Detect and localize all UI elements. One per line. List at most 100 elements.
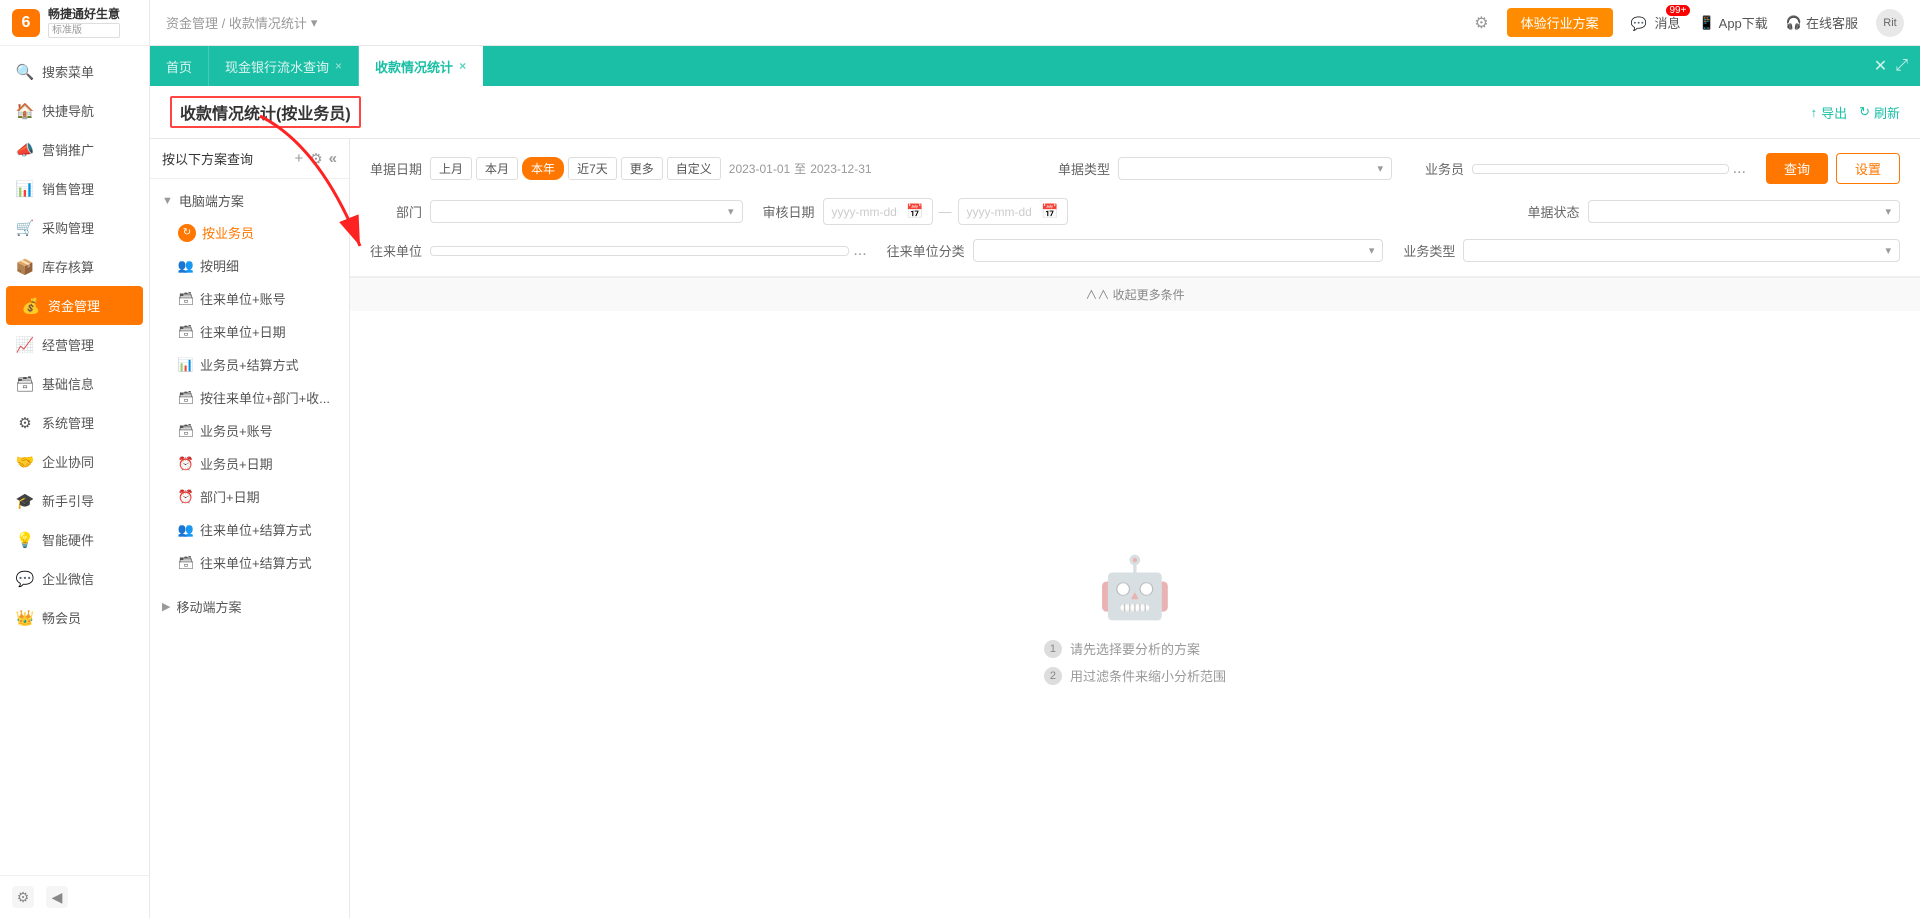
scheme-item-dept-date[interactable]: ⏰ 部门+日期 [150, 480, 349, 513]
date-btn-custom[interactable]: 自定义 [667, 157, 721, 180]
filter-settings-btn[interactable]: 设置 [1836, 153, 1900, 184]
sidebar-item-inventory[interactable]: 📦 库存核算 [0, 247, 149, 286]
sidebar-item-system[interactable]: ⚙ 系统管理 [0, 403, 149, 442]
scheme-group-mobile-title[interactable]: ▶ 移动端方案 [150, 591, 349, 622]
scheme-panel: 按以下方案查询 + ⚙ « ▼ 电脑端方案 ↻ 按业务员 👥 [150, 139, 350, 918]
dept-date-icon: ⏰ [178, 489, 194, 505]
sidebar-item-inventory-label: 库存核算 [42, 257, 94, 276]
export-btn[interactable]: ↑ 导出 [1811, 103, 1848, 122]
filter-partner-type: 往来单位分类 ▾ [887, 239, 1384, 262]
scheme-group-desktop-title[interactable]: ▼ 电脑端方案 [150, 185, 349, 216]
sidebar-item-guide[interactable]: 🎓 新手引导 [0, 481, 149, 520]
app-download-btn[interactable]: 📱 App下载 [1698, 13, 1767, 32]
scheme-item-staff-payment[interactable]: 📊 业务员+结算方式 [150, 348, 349, 381]
sidebar-item-search-label: 搜索菜单 [42, 62, 94, 81]
sidebar-collapse-btn[interactable]: ◀ [46, 886, 68, 908]
partner-payment2-icon: 🗃 [178, 555, 194, 571]
calendar-from-icon[interactable]: 📅 [906, 203, 923, 220]
gear-btn[interactable]: ⚙ [1474, 13, 1488, 33]
biz-type-arrow-icon: ▾ [1885, 244, 1891, 257]
calendar-to-icon[interactable]: 📅 [1041, 203, 1058, 220]
scheme-item-partner-date[interactable]: 🗃 往来单位+日期 [150, 315, 349, 348]
collapse-bar[interactable]: ∧∧ 收起更多条件 [350, 277, 1920, 311]
sidebar-item-member-label: 畅会员 [42, 608, 81, 627]
empty-tip-2: 2 用过滤条件来缩小分析范围 [1044, 666, 1226, 685]
scheme-item-partner-payment2[interactable]: 🗃 往来单位+结算方式 [150, 546, 349, 579]
partner-more-btn[interactable]: ... [853, 242, 866, 260]
scheme-item-staff-date[interactable]: ⏰ 业务员+日期 [150, 447, 349, 480]
date-btn-this-year[interactable]: 本年 [522, 157, 564, 180]
refresh-label: 刷新 [1874, 103, 1900, 122]
sidebar-item-wechat[interactable]: 💬 企业微信 [0, 559, 149, 598]
message-btn[interactable]: 💬 99+ 消息 [1631, 13, 1681, 32]
doctype-select[interactable]: ▾ [1118, 157, 1392, 180]
staff-label: 业务员 [1412, 159, 1464, 178]
staff-more-btn[interactable]: ... [1733, 160, 1746, 178]
date-btn-more[interactable]: 更多 [621, 157, 663, 180]
scheme-collapse-btn[interactable]: « [329, 150, 337, 168]
scheme-item-partner-dept[interactable]: 🗃 按往来单位+部门+收... [150, 381, 349, 414]
dept-select[interactable]: ▾ [430, 200, 743, 223]
tab-collection-stats[interactable]: 收款情况统计 × [359, 46, 483, 86]
audit-date-from[interactable]: yyyy-mm-dd 📅 [823, 198, 933, 225]
tab-collstats-close[interactable]: × [459, 59, 466, 73]
sidebar-item-capital[interactable]: 💰 资金管理 [6, 286, 143, 325]
dropdown-arrow-icon[interactable]: ▾ [311, 15, 318, 31]
date-btn-this-month[interactable]: 本月 [476, 157, 518, 180]
sidebar-item-purchase[interactable]: 🛒 采购管理 [0, 208, 149, 247]
user-avatar[interactable]: Rit [1876, 9, 1904, 37]
staff-select[interactable] [1472, 164, 1729, 174]
tab-collstats-label: 收款情况统计 [375, 57, 453, 76]
sidebar-item-marketing[interactable]: 📣 营销推广 [0, 130, 149, 169]
trial-btn[interactable]: 体验行业方案 [1507, 8, 1613, 37]
page-actions: ↑ 导出 ↻ 刷新 [1811, 103, 1900, 122]
tab-bankflow-close[interactable]: × [335, 59, 342, 73]
scheme-item-staff-account[interactable]: 🗃 业务员+账号 [150, 414, 349, 447]
doc-status-select[interactable]: ▾ [1588, 200, 1900, 223]
desktop-group-label: 电脑端方案 [179, 191, 244, 210]
mobile-group-label: 移动端方案 [176, 597, 241, 616]
partner-dept-icon: 🗃 [178, 390, 194, 406]
sales-icon: 📊 [16, 180, 34, 198]
sidebar-item-quick-nav[interactable]: 🏠 快捷导航 [0, 91, 149, 130]
tab-maximize-btn[interactable]: ⤢ [1895, 57, 1908, 75]
refresh-btn[interactable]: ↻ 刷新 [1859, 103, 1900, 122]
tab-home-label: 首页 [166, 57, 192, 76]
biz-type-label: 业务类型 [1403, 241, 1455, 260]
partner-type-label: 往来单位分类 [887, 241, 965, 260]
online-service-btn[interactable]: 🎧 在线客服 [1786, 13, 1858, 32]
sidebar-item-basic[interactable]: 🗃 基础信息 [0, 364, 149, 403]
audit-date-label: 审核日期 [763, 202, 815, 221]
sidebar-item-member[interactable]: 👑 畅会员 [0, 598, 149, 637]
sidebar-item-smarthw[interactable]: 💡 智能硬件 [0, 520, 149, 559]
partner-type-control: ▾ [973, 239, 1384, 262]
sidebar-item-operation[interactable]: 📈 经营管理 [0, 325, 149, 364]
scheme-group-desktop: ▼ 电脑端方案 ↻ 按业务员 👥 按明细 🗃 往来单位+账号 🗃 往来 [150, 179, 349, 585]
scheme-add-btn[interactable]: + [294, 150, 303, 168]
scheme-item-partner-payment1[interactable]: 👥 往来单位+结算方式 [150, 513, 349, 546]
partner-type-select[interactable]: ▾ [973, 239, 1384, 262]
tab-bar: 首页 现金银行流水查询 × 收款情况统计 × ✕ ⤢ [150, 46, 1920, 86]
sidebar-item-operation-label: 经营管理 [42, 335, 94, 354]
date-btn-last-month[interactable]: 上月 [430, 157, 472, 180]
audit-date-from-placeholder: yyyy-mm-dd [832, 205, 897, 219]
scheme-item-partnerpayment1-label: 往来单位+结算方式 [200, 520, 312, 539]
sidebar-item-search[interactable]: 🔍 搜索菜单 [0, 52, 149, 91]
sidebar-item-sales[interactable]: 📊 销售管理 [0, 169, 149, 208]
scheme-item-by-staff[interactable]: ↻ 按业务员 [150, 216, 349, 249]
scheme-item-by-detail[interactable]: 👥 按明细 [150, 249, 349, 282]
audit-date-to[interactable]: yyyy-mm-dd 📅 [958, 198, 1068, 225]
staff-payment-icon: 📊 [178, 357, 194, 373]
partner-select[interactable] [430, 246, 849, 256]
tab-bank-flow[interactable]: 现金银行流水查询 × [209, 46, 359, 86]
scheme-settings-btn[interactable]: ⚙ [309, 150, 322, 168]
biz-type-select[interactable]: ▾ [1463, 239, 1900, 262]
sidebar-settings-btn[interactable]: ⚙ [12, 886, 34, 908]
scheme-item-partner-account[interactable]: 🗃 往来单位+账号 [150, 282, 349, 315]
date-btn-7days[interactable]: 近7天 [568, 157, 617, 180]
sidebar-item-cooperation[interactable]: 🤝 企业协同 [0, 442, 149, 481]
tab-home[interactable]: 首页 [150, 46, 209, 86]
query-btn[interactable]: 查询 [1766, 153, 1828, 184]
filter-doctype: 单据类型 ▾ [1058, 157, 1392, 180]
tab-close-all-btn[interactable]: ✕ [1874, 56, 1887, 76]
